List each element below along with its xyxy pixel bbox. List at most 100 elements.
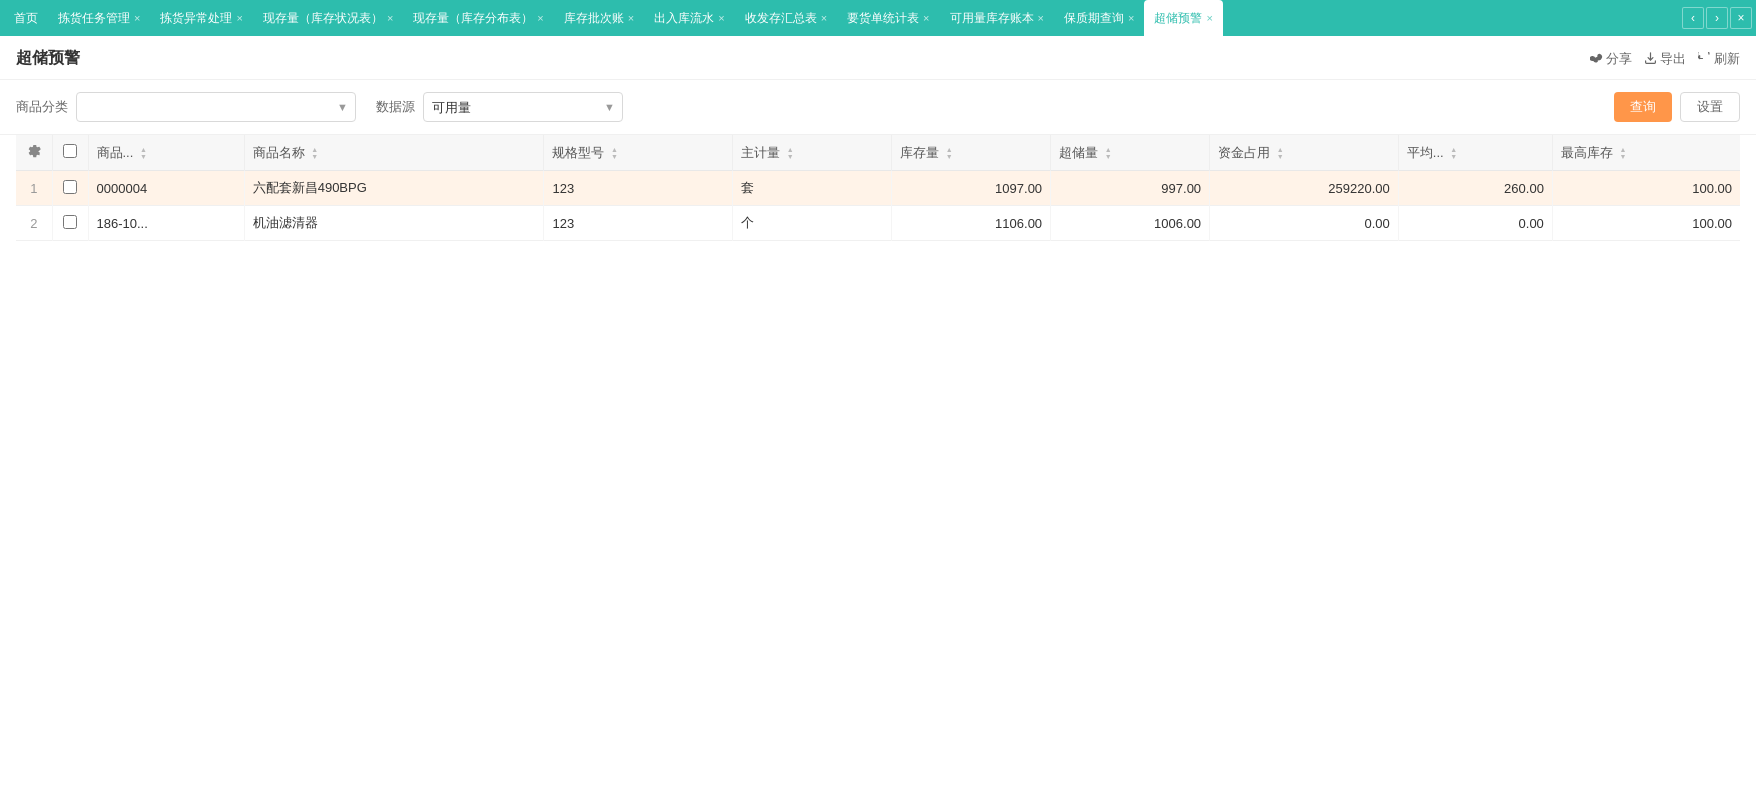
- col-capital-label: 资金占用: [1218, 145, 1270, 160]
- row-num: 1: [16, 171, 52, 206]
- page-header: 超储预警 分享 导出 刷新: [0, 36, 1756, 80]
- row-stock: 1097.00: [892, 171, 1051, 206]
- datasource-select[interactable]: 可用量 库存量: [423, 92, 623, 122]
- row-checkbox-cell: [52, 171, 88, 206]
- datasource-filter-group: 数据源 可用量 库存量 ▼: [376, 92, 623, 122]
- category-select-wrapper: ▼: [76, 92, 356, 122]
- col-header-overstock[interactable]: 超储量 ▲▼: [1051, 135, 1210, 171]
- close-icon[interactable]: ×: [1038, 12, 1044, 24]
- sort-icon-capital: ▲▼: [1277, 146, 1284, 160]
- filter-bar: 商品分类 ▼ 数据源 可用量 库存量 ▼ 查询 设置: [0, 80, 1756, 135]
- header-actions: 分享 导出 刷新: [1590, 50, 1740, 68]
- col-header-capital[interactable]: 资金占用 ▲▼: [1210, 135, 1399, 171]
- col-header-name[interactable]: 商品名称 ▲▼: [244, 135, 544, 171]
- nav-tab-inout-flow[interactable]: 出入库流水 ×: [644, 0, 734, 36]
- row-avg: 260.00: [1398, 171, 1552, 206]
- table-header-row: 商品... ▲▼ 商品名称 ▲▼ 规格型号 ▲▼ 主计量 ▲▼: [16, 135, 1740, 171]
- sort-icon-unit: ▲▼: [787, 146, 794, 160]
- select-all-checkbox[interactable]: [63, 144, 77, 158]
- col-stock-label: 库存量: [900, 145, 939, 160]
- nav-tab-exception[interactable]: 拣货异常处理 ×: [150, 0, 252, 36]
- sort-icon-code: ▲▼: [140, 146, 147, 160]
- nav-tab-order-stats[interactable]: 要货单统计表 ×: [837, 0, 939, 36]
- row-capital: 259220.00: [1210, 171, 1399, 206]
- nav-tab-home[interactable]: 首页: [4, 0, 48, 36]
- col-header-avg[interactable]: 平均... ▲▼: [1398, 135, 1552, 171]
- nav-tab-inventory-dist[interactable]: 现存量（库存分布表） ×: [403, 0, 553, 36]
- nav-tab-expiry[interactable]: 保质期查询 ×: [1054, 0, 1144, 36]
- nav-tab-summary[interactable]: 收发存汇总表 ×: [735, 0, 837, 36]
- close-icon[interactable]: ×: [537, 12, 543, 24]
- close-icon[interactable]: ×: [628, 12, 634, 24]
- export-icon: [1644, 52, 1657, 65]
- overstock-table: 商品... ▲▼ 商品名称 ▲▼ 规格型号 ▲▼ 主计量 ▲▼: [16, 135, 1740, 241]
- col-maxstock-label: 最高库存: [1561, 145, 1613, 160]
- nav-tab-overstock[interactable]: 超储预警 ×: [1144, 0, 1222, 36]
- sort-icon-overstock: ▲▼: [1105, 146, 1112, 160]
- col-header-stock[interactable]: 库存量 ▲▼: [892, 135, 1051, 171]
- datasource-label: 数据源: [376, 98, 415, 116]
- nav-tab-batch[interactable]: 库存批次账 ×: [554, 0, 644, 36]
- row-avg: 0.00: [1398, 206, 1552, 241]
- export-link[interactable]: 导出: [1644, 50, 1686, 68]
- close-icon[interactable]: ×: [134, 12, 140, 24]
- col-header-maxstock[interactable]: 最高库存 ▲▼: [1552, 135, 1740, 171]
- nav-next-button[interactable]: ›: [1706, 7, 1728, 29]
- main-content: 超储预警 分享 导出 刷新: [0, 36, 1756, 800]
- row-unit: 个: [733, 206, 892, 241]
- refresh-link[interactable]: 刷新: [1698, 50, 1740, 68]
- table-row: 2 186-10... 机油滤清器 123 个 1106.00 1006.00 …: [16, 206, 1740, 241]
- close-icon[interactable]: ×: [821, 12, 827, 24]
- col-header-unit[interactable]: 主计量 ▲▼: [733, 135, 892, 171]
- settings-button[interactable]: 设置: [1680, 92, 1740, 122]
- category-select[interactable]: [76, 92, 356, 122]
- datasource-select-wrapper: 可用量 库存量 ▼: [423, 92, 623, 122]
- sort-icon-maxstock: ▲▼: [1619, 146, 1626, 160]
- sort-icon-spec: ▲▼: [611, 146, 618, 160]
- row-checkbox[interactable]: [63, 180, 77, 194]
- query-button[interactable]: 查询: [1614, 92, 1672, 122]
- check-column-header: [52, 135, 88, 171]
- close-icon[interactable]: ×: [718, 12, 724, 24]
- close-icon[interactable]: ×: [236, 12, 242, 24]
- row-maxstock: 100.00: [1552, 171, 1740, 206]
- close-icon[interactable]: ×: [1128, 12, 1134, 24]
- share-link[interactable]: 分享: [1590, 50, 1632, 68]
- row-spec: 123: [544, 171, 733, 206]
- row-capital: 0.00: [1210, 206, 1399, 241]
- nav-prev-button[interactable]: ‹: [1682, 7, 1704, 29]
- sort-icon-stock: ▲▼: [946, 146, 953, 160]
- col-unit-label: 主计量: [741, 145, 780, 160]
- category-label: 商品分类: [16, 98, 68, 116]
- row-overstock: 997.00: [1051, 171, 1210, 206]
- settings-column-header[interactable]: [16, 135, 52, 171]
- share-icon: [1590, 52, 1603, 65]
- close-icon[interactable]: ×: [923, 12, 929, 24]
- nav-tab-inventory-status[interactable]: 现存量（库存状况表） ×: [253, 0, 403, 36]
- col-header-code[interactable]: 商品... ▲▼: [88, 135, 244, 171]
- row-name: 六配套新昌490BPG: [244, 171, 544, 206]
- row-maxstock: 100.00: [1552, 206, 1740, 241]
- close-icon[interactable]: ×: [387, 12, 393, 24]
- table-row: 1 0000004 六配套新昌490BPG 123 套 1097.00 997.…: [16, 171, 1740, 206]
- row-unit: 套: [733, 171, 892, 206]
- table-container: 商品... ▲▼ 商品名称 ▲▼ 规格型号 ▲▼ 主计量 ▲▼: [0, 135, 1756, 241]
- sort-icon-avg: ▲▼: [1450, 146, 1457, 160]
- col-code-label: 商品...: [97, 145, 134, 160]
- row-spec: 123: [544, 206, 733, 241]
- row-name: 机油滤清器: [244, 206, 544, 241]
- nav-close-button[interactable]: ×: [1730, 7, 1752, 29]
- filter-actions: 查询 设置: [1614, 92, 1740, 122]
- close-icon[interactable]: ×: [1206, 12, 1212, 24]
- col-overstock-label: 超储量: [1059, 145, 1098, 160]
- nav-arrows: ‹ › ×: [1682, 7, 1752, 29]
- gear-icon: [26, 143, 42, 159]
- row-checkbox[interactable]: [63, 215, 77, 229]
- col-name-label: 商品名称: [253, 145, 305, 160]
- nav-tab-available[interactable]: 可用量库存账本 ×: [940, 0, 1054, 36]
- row-num: 2: [16, 206, 52, 241]
- nav-tab-task[interactable]: 拣货任务管理 ×: [48, 0, 150, 36]
- row-checkbox-cell: [52, 206, 88, 241]
- col-header-spec[interactable]: 规格型号 ▲▼: [544, 135, 733, 171]
- col-spec-label: 规格型号: [552, 145, 604, 160]
